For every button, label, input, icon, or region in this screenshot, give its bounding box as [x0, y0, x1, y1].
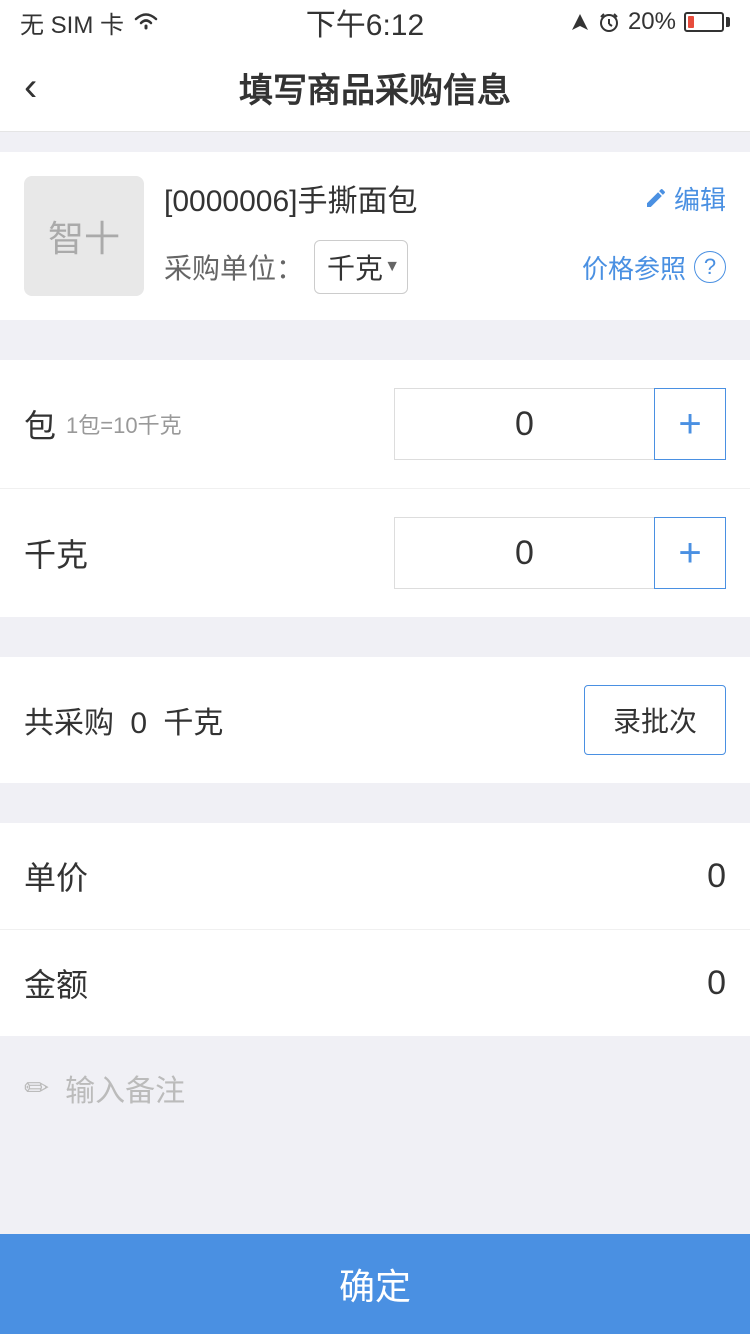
location-icon: [570, 12, 590, 32]
nav-bar: ‹ 填写商品采购信息: [0, 44, 750, 132]
separator-top: [0, 132, 750, 152]
summary-unit: 千克: [163, 707, 223, 740]
price-ref-label: 价格参照: [582, 249, 686, 286]
pencil-icon: ✏: [24, 1071, 49, 1106]
amount-value: 0: [707, 964, 726, 1003]
confirm-button-text: 确定: [339, 1258, 411, 1310]
bag-label-text: 包: [24, 401, 56, 447]
page-title: 填写商品采购信息: [239, 63, 511, 112]
edit-label: 编辑: [674, 180, 726, 217]
product-card: 智十 [0000006]手撕面包 编辑 采购单位： 千克 价格参照 ?: [0, 152, 750, 320]
separator-3: [0, 783, 750, 803]
unit-label: 采购单位：: [164, 247, 304, 287]
bag-label: 包 1包=10千克: [24, 401, 182, 447]
back-button[interactable]: ‹: [24, 65, 37, 110]
summary-text: 共采购 0 千克: [24, 698, 223, 742]
edit-button[interactable]: 编辑: [644, 180, 726, 217]
wifi-icon: [132, 12, 160, 32]
separator-1: [0, 320, 750, 340]
bag-sub-text: 1包=10千克: [66, 408, 182, 440]
remark-section[interactable]: ✏ 输入备注: [0, 1036, 750, 1140]
kg-plus-button[interactable]: +: [654, 517, 726, 589]
kg-input-right: +: [394, 517, 726, 589]
edit-icon: [644, 186, 668, 210]
separator-2: [0, 617, 750, 637]
confirm-button[interactable]: 确定: [0, 1234, 750, 1334]
bag-quantity-input[interactable]: [394, 388, 654, 460]
status-left: 无 SIM 卡: [20, 5, 160, 40]
amount-row: 金额 0: [0, 930, 750, 1036]
kg-input-row: 千克 +: [0, 489, 750, 617]
bag-plus-button[interactable]: +: [654, 388, 726, 460]
kg-quantity-input[interactable]: [394, 517, 654, 589]
price-ref-button[interactable]: 价格参照 ?: [582, 249, 726, 286]
kg-label-text: 千克: [24, 530, 88, 576]
unit-select-wrapper[interactable]: 千克: [314, 240, 408, 294]
batch-button[interactable]: 录批次: [584, 685, 726, 755]
product-image: 智十: [24, 176, 144, 296]
summary-section: 共采购 0 千克 录批次: [0, 657, 750, 783]
summary-prefix: 共采购: [24, 707, 114, 740]
kg-label: 千克: [24, 530, 88, 576]
price-ref-question: ?: [694, 251, 726, 283]
no-sim-text: 无 SIM 卡: [20, 5, 124, 40]
bag-input-row: 包 1包=10千克 +: [0, 360, 750, 489]
product-name-row: [0000006]手撕面包 编辑: [164, 176, 726, 220]
status-time: 下午6:12: [306, 0, 424, 44]
amount-label: 金额: [24, 960, 88, 1006]
unit-price-label: 单价: [24, 853, 88, 899]
battery-percent: 20%: [628, 8, 676, 36]
summary-row: 共采购 0 千克 录批次: [0, 657, 750, 783]
input-section: 包 1包=10千克 + 千克 +: [0, 360, 750, 617]
product-info: [0000006]手撕面包 编辑 采购单位： 千克 价格参照 ?: [164, 176, 726, 294]
product-logo-text: 智十: [48, 210, 120, 262]
status-bar: 无 SIM 卡 下午6:12 20%: [0, 0, 750, 44]
alarm-icon: [598, 11, 620, 33]
unit-row: 采购单位： 千克 价格参照 ?: [164, 240, 726, 294]
battery-icon: [684, 12, 730, 32]
bag-input-right: +: [394, 388, 726, 460]
status-right: 20%: [570, 8, 730, 36]
summary-value: 0: [130, 707, 147, 740]
unit-select[interactable]: 千克: [314, 240, 408, 294]
remark-placeholder: 输入备注: [65, 1066, 185, 1110]
unit-price-row: 单价 0: [0, 823, 750, 930]
product-name: [0000006]手撕面包: [164, 176, 417, 220]
price-section: 单价 0 金额 0: [0, 823, 750, 1036]
unit-price-value: 0: [707, 857, 726, 896]
